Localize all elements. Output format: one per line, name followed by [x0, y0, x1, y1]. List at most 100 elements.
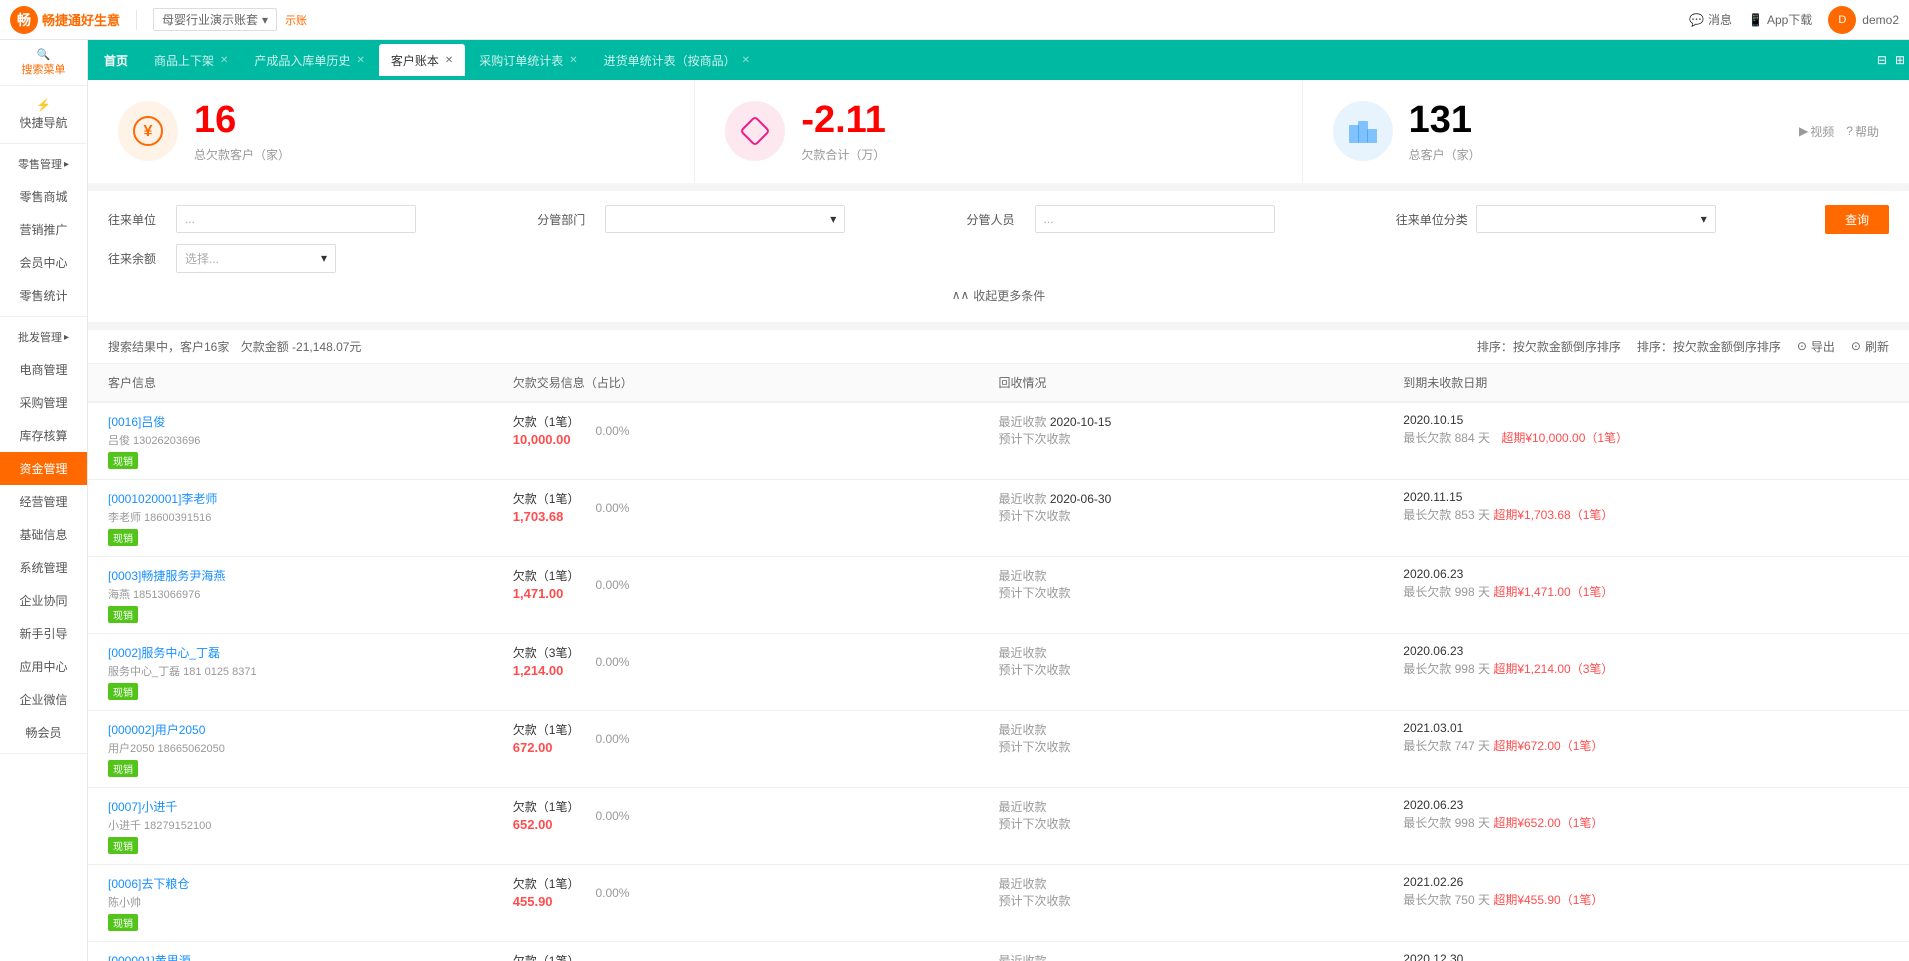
sidebar-item-newbie[interactable]: 新手引导: [0, 617, 87, 650]
sidebar-item-purchase[interactable]: 采购管理: [0, 386, 87, 419]
result-text: 搜索结果中，客户16家 欠款金额 -21,148.07元: [108, 338, 361, 355]
sidebar-item-vip[interactable]: 畅会员: [0, 716, 87, 749]
collapse-bar[interactable]: ∧∧ 收起更多条件: [108, 283, 1889, 308]
sidebar-item-stock[interactable]: 库存核算: [0, 419, 87, 452]
company-name: 母婴行业演示账套: [162, 11, 258, 28]
video-btn[interactable]: ▶ 视频: [1799, 123, 1834, 140]
sidebar-item-quick-nav[interactable]: ⚡ 快捷导航: [0, 90, 87, 139]
show-menu-link[interactable]: 示账: [285, 12, 307, 28]
customer-tag-0: 现销: [108, 452, 138, 469]
debt-cell-0: 欠款（1笔） 10,000.00 0.00%: [513, 413, 999, 469]
sidebar-search[interactable]: 🔍 搜索菜单: [0, 40, 87, 86]
sidebar-item-app-center[interactable]: 应用中心: [0, 650, 87, 683]
tab-customer-close[interactable]: ✕: [445, 55, 453, 66]
user-menu[interactable]: D demo2: [1828, 6, 1899, 34]
avatar: D: [1828, 6, 1856, 34]
finance-label: 资金管理: [19, 460, 67, 477]
video-label: 视频: [1810, 123, 1834, 140]
customer-name-5[interactable]: [0007]小进千: [108, 798, 513, 815]
result-summary: 搜索结果中，客户16家 欠款金额 -21,148.07元 排序：按欠款金额倒序排…: [88, 330, 1909, 364]
overdue-days-6: 最长欠款 750 天: [1403, 893, 1490, 907]
customer-tag-3: 现销: [108, 683, 138, 700]
overdue-amount-0[interactable]: 超期¥10,000.00（1笔）: [1501, 431, 1628, 445]
tab-production-close[interactable]: ✕: [356, 55, 364, 66]
category-select[interactable]: ▾: [1476, 205, 1716, 233]
company-selector[interactable]: 母婴行业演示账套 ▾: [153, 8, 277, 31]
debt-row-0: 欠款（1笔） 10,000.00 0.00%: [513, 413, 999, 449]
tab-inbound[interactable]: 进货单统计表（按商品） ✕: [592, 44, 762, 76]
category-arrow-icon: ▾: [1701, 212, 1707, 226]
sidebar-item-batch-mgmt[interactable]: 批发管理 ▸: [0, 321, 87, 353]
customer-sub-5: 小进千 18279152100: [108, 817, 513, 833]
overdue-amount-1[interactable]: 超期¥1,703.68（1笔）: [1493, 508, 1613, 522]
filter-balance: 往来余额 选择... ▾: [108, 244, 1889, 273]
sidebar-item-member[interactable]: 会员中心: [0, 246, 87, 279]
sidebar-item-enterprise[interactable]: 企业协同: [0, 584, 87, 617]
overdue-amount-4[interactable]: 超期¥672.00（1笔）: [1493, 739, 1603, 753]
search-button[interactable]: 查询: [1825, 205, 1889, 234]
tab-customer[interactable]: 客户账本 ✕: [379, 44, 465, 76]
overdue-amount-5[interactable]: 超期¥652.00（1笔）: [1493, 816, 1603, 830]
vendor-input[interactable]: ...: [176, 205, 416, 233]
customer-name-2[interactable]: [0003]畅捷服务尹海燕: [108, 567, 513, 584]
app-download-btn[interactable]: 📱 App下载: [1748, 11, 1812, 28]
stat-label-total: 总客户（家）: [1409, 146, 1481, 163]
sidebar-item-marketing[interactable]: 营销推广: [0, 213, 87, 246]
sidebar-item-wechat[interactable]: 企业微信: [0, 683, 87, 716]
debt-amount-0: 10,000.00: [513, 432, 580, 447]
debt-count-5: 欠款（1笔）: [513, 798, 580, 815]
customer-cell-6: [0006]去下粮仓 陈小帅 现销: [108, 875, 513, 931]
customer-tag-5: 现销: [108, 837, 138, 854]
tab-maximize-icon[interactable]: ⊞: [1895, 53, 1905, 67]
repay-next-5: 预计下次收款: [999, 815, 1404, 832]
sidebar-item-basic[interactable]: 基础信息: [0, 518, 87, 551]
customer-name-0[interactable]: [0016]吕俊: [108, 413, 513, 430]
overdue-amount-2[interactable]: 超期¥1,471.00（1笔）: [1493, 585, 1613, 599]
person-input[interactable]: ...: [1035, 205, 1275, 233]
table-row: [000001]黄思源 黄思源 13552700226 现销 欠款（1笔） 42…: [88, 942, 1909, 961]
debt-percent-3: 0.00%: [595, 655, 629, 669]
col-header-debt: 欠款交易信息（占比）: [513, 374, 999, 391]
tab-minimize-icon[interactable]: ⊟: [1877, 53, 1887, 67]
sidebar-item-finance[interactable]: 资金管理: [0, 452, 87, 485]
help-btn[interactable]: ? 帮助: [1846, 123, 1879, 140]
export-btn[interactable]: ⊙ 导出: [1797, 338, 1835, 355]
system-label: 系统管理: [19, 559, 67, 576]
tab-bar: 首页 商品上下架 ✕ 产成品入库单历史 ✕ 客户账本 ✕ 采购订单统计表 ✕: [88, 40, 1909, 80]
sidebar-item-retail-stats[interactable]: 零售统计: [0, 279, 87, 312]
sidebar-item-system[interactable]: 系统管理: [0, 551, 87, 584]
sidebar-item-ops[interactable]: 经营管理: [0, 485, 87, 518]
customer-sub-4: 用户2050 18665062050: [108, 740, 513, 756]
debt-percent-5: 0.00%: [595, 809, 629, 823]
ecom-label: 电商管理: [19, 361, 67, 378]
balance-select[interactable]: 选择... ▾: [176, 244, 336, 273]
dept-select[interactable]: ▾: [605, 205, 845, 233]
tab-purchase-close[interactable]: ✕: [569, 55, 577, 66]
tab-purchase[interactable]: 采购订单统计表 ✕: [467, 44, 589, 76]
customer-name-3[interactable]: [0002]服务中心_丁磊: [108, 644, 513, 661]
video-icon: ▶: [1799, 124, 1808, 138]
customer-name-6[interactable]: [0006]去下粮仓: [108, 875, 513, 892]
message-btn[interactable]: 💬 消息: [1689, 11, 1732, 28]
tab-products[interactable]: 商品上下架 ✕: [142, 44, 240, 76]
stat-info-amount: -2.11 欠款合计（万）: [801, 100, 886, 163]
tab-production[interactable]: 产成品入库单历史 ✕: [242, 44, 376, 76]
sidebar-item-retail-mgmt[interactable]: 零售管理 ▸: [0, 148, 87, 180]
repay-date-1: 2020-06-30: [1050, 492, 1111, 506]
tab-home[interactable]: 首页: [92, 44, 140, 76]
tab-products-close[interactable]: ✕: [220, 55, 228, 66]
stat-num-amount: -2.11: [801, 100, 886, 142]
debt-cell-5: 欠款（1笔） 652.00 0.00%: [513, 798, 999, 854]
customer-name-7[interactable]: [000001]黄思源: [108, 952, 513, 961]
svg-text:¥: ¥: [144, 123, 153, 140]
chevron-icon: ▸: [64, 159, 69, 170]
sidebar-item-retail-mall[interactable]: 零售商城: [0, 180, 87, 213]
refresh-btn[interactable]: ⊙ 刷新: [1851, 338, 1889, 355]
customer-name-4[interactable]: [000002]用户2050: [108, 721, 513, 738]
overdue-amount-3[interactable]: 超期¥1,214.00（3笔）: [1493, 662, 1613, 676]
tab-inbound-close[interactable]: ✕: [742, 55, 750, 66]
overdue-amount-6[interactable]: 超期¥455.90（1笔）: [1493, 893, 1603, 907]
sidebar-item-ecom[interactable]: 电商管理: [0, 353, 87, 386]
customer-name-1[interactable]: [0001020001]李老师: [108, 490, 513, 507]
quick-nav-icon: ⚡: [36, 98, 51, 112]
